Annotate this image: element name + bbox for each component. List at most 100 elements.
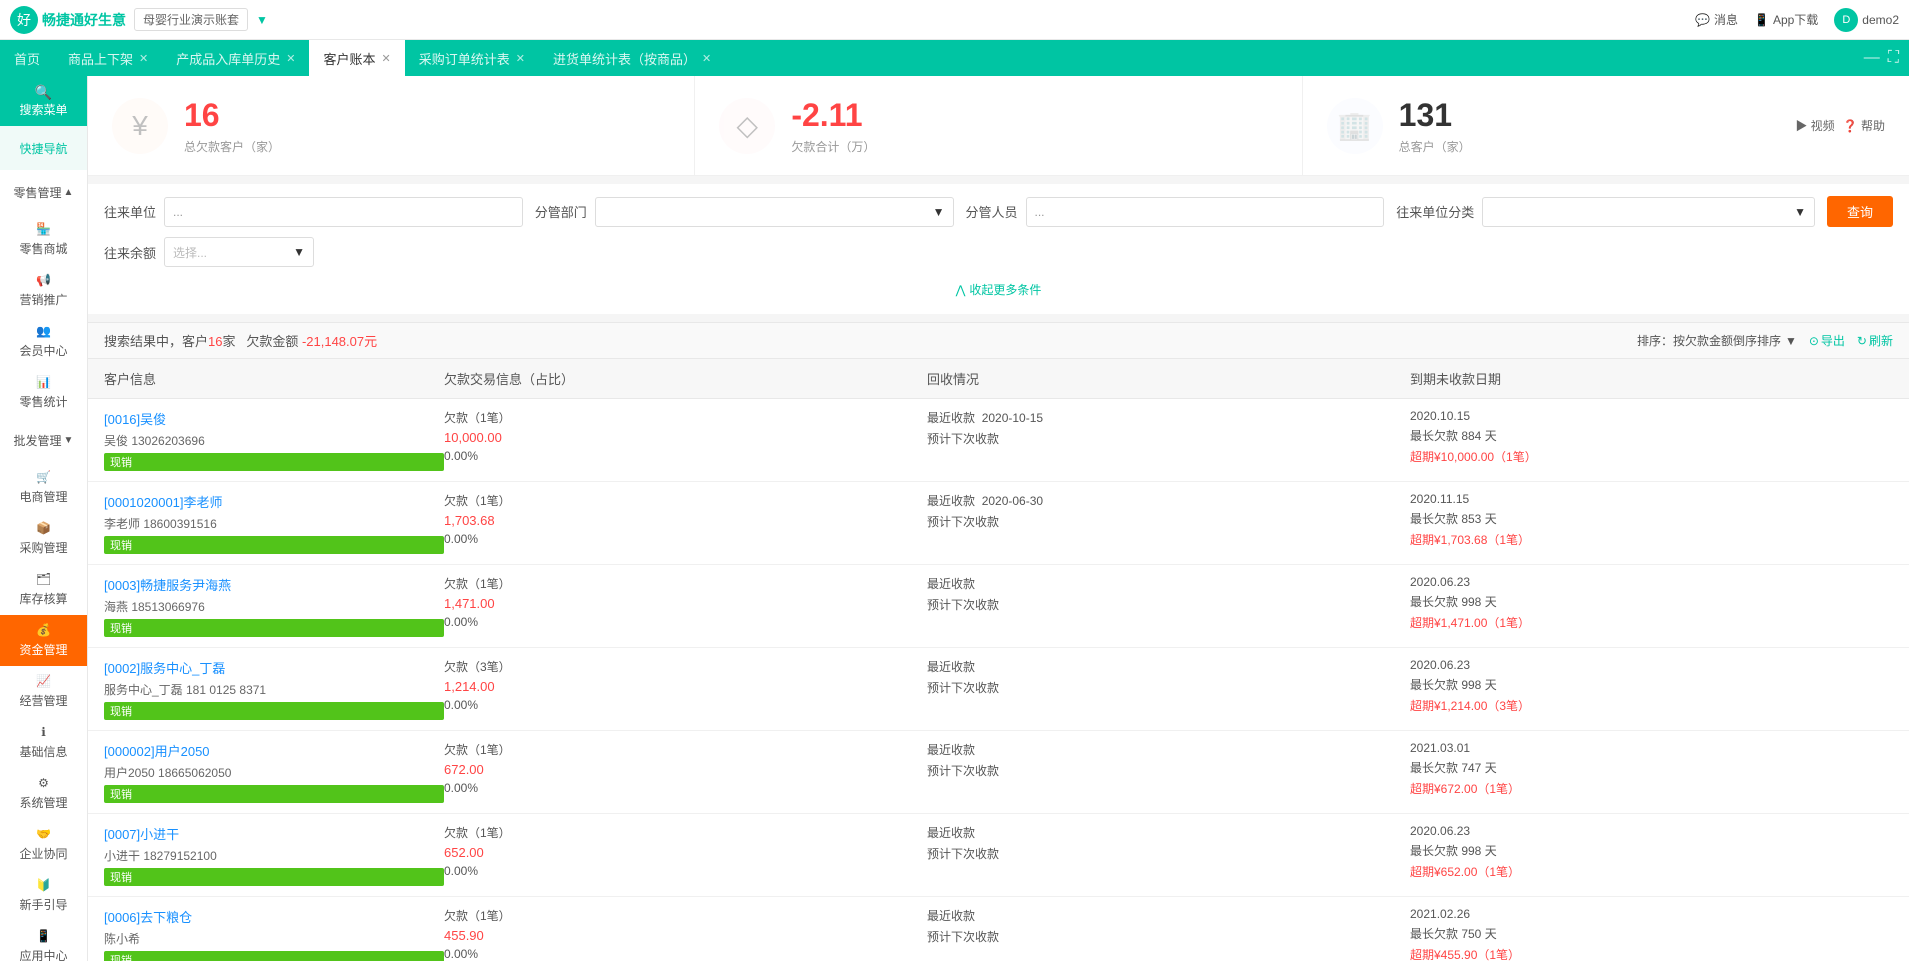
header-overdue: 到期未收款日期 [1410, 369, 1893, 388]
tab-inbound-stats[interactable]: 进货单统计表（按商品） ✕ [539, 40, 725, 76]
customer-name-4[interactable]: [000002]用户2050 [104, 741, 444, 760]
filter-unit-input[interactable]: ... [164, 197, 523, 227]
tab-close-production[interactable]: ✕ [286, 52, 295, 65]
customer-name-6[interactable]: [0006]去下粮仓 [104, 907, 444, 926]
marketing-icon: 📢 [36, 273, 51, 287]
tab-maximize-icon[interactable]: ⛶ [1888, 49, 1899, 67]
filter-unit: 往来单位 ... [104, 197, 523, 227]
search-button[interactable]: 查询 [1827, 196, 1893, 227]
collapse-btn[interactable]: ⋀ 收起更多条件 [956, 281, 1042, 298]
sidebar-item-marketing[interactable]: 📢 营销推广 [0, 265, 87, 316]
overdue-info-0: 2020.10.15 最长欠款 884 天 超期¥10,000.00（1笔） [1410, 409, 1893, 465]
table-row: [0006]去下粮仓 陈小希 现销 欠款（1笔） 455.90 0.00% 最近… [88, 897, 1909, 961]
stat-icon-diamond: ◇ [719, 98, 775, 154]
tab-actions: — ⛶ [1854, 49, 1909, 67]
stat-number-total: 131 [1399, 96, 1471, 134]
header-customer: 客户信息 [104, 369, 444, 388]
tab-close-inbound[interactable]: ✕ [702, 52, 711, 65]
sidebar-item-guide[interactable]: 🔰 新手引导 [0, 870, 87, 921]
tab-close-customer[interactable]: ✕ [382, 52, 391, 65]
stat-number-debt-amount: -2.11 [791, 96, 875, 134]
table-row: [0001020001]李老师 李老师 18600391516 现销 欠款（1笔… [88, 482, 1909, 565]
inventory-icon: 🗂 [36, 572, 51, 586]
tab-customer-account[interactable]: 客户账本 ✕ [309, 40, 404, 76]
stat-card-total-customers: 🏢 131 总客户（家） ▶ 视频 ❓ 帮助 [1303, 76, 1909, 175]
chevron-dept: ▼ [933, 205, 945, 219]
store-dropdown-icon[interactable]: ▼ [256, 13, 268, 27]
filter-category-select[interactable]: ▼ [1482, 197, 1815, 227]
filter-manager-input[interactable]: ... [1026, 197, 1385, 227]
tab-minimize-icon[interactable]: — [1864, 49, 1880, 67]
sidebar-item-ecommerce[interactable]: 🛒 电商管理 [0, 462, 87, 513]
chevron-category: ▼ [1794, 205, 1806, 219]
help-btn[interactable]: ❓ 帮助 [1843, 117, 1885, 134]
message-btn[interactable]: 💬 消息 [1695, 11, 1738, 28]
stats-icon: 📊 [36, 375, 51, 389]
tab-close-purchase[interactable]: ✕ [516, 52, 525, 65]
video-btn[interactable]: ▶ 视频 [1795, 117, 1834, 134]
sidebar-item-app-center[interactable]: 📱 应用中心 [0, 921, 87, 961]
export-btn[interactable]: ⊙ 导出 [1809, 332, 1845, 349]
results-actions: 排序：按欠款金额倒序排序 ▼ ⊙ 导出 ↻ 刷新 [1637, 332, 1893, 349]
sidebar-item-basic-info[interactable]: ℹ 基础信息 [0, 717, 87, 768]
finance-icon: 💰 [36, 623, 51, 637]
sidebar-item-operation[interactable]: 📈 经营管理 [0, 666, 87, 717]
refresh-icon: ↻ [1857, 334, 1867, 348]
sidebar-item-retail-mgmt[interactable]: 零售管理 ▲ [0, 170, 87, 214]
stat-number-debt-customers: 16 [184, 96, 280, 134]
chevron-down-icon: ▲ [64, 187, 74, 198]
customer-name-2[interactable]: [0003]畅捷服务尹海燕 [104, 575, 444, 594]
chevron-down-icon-2: ▼ [64, 435, 74, 446]
logo-area: 好 畅捷通好生意 [10, 6, 126, 34]
sidebar-item-finance[interactable]: 💰 资金管理 [0, 615, 87, 666]
tab-home[interactable]: 首页 [0, 40, 54, 76]
table-row: [0016]吴俊 吴俊 13026203696 现销 欠款（1笔） 10,000… [88, 399, 1909, 482]
table-row: [0002]服务中心_丁磊 服务中心_丁磊 181 0125 8371 现销 欠… [88, 648, 1909, 731]
sort-select[interactable]: 排序：按欠款金额倒序排序 ▼ [1637, 332, 1797, 349]
overdue-amount-0[interactable]: 超期¥10,000.00（1笔） [1410, 448, 1893, 465]
table-row: [0003]畅捷服务尹海燕 海燕 18513066976 现销 欠款（1笔） 1… [88, 565, 1909, 648]
customer-name-5[interactable]: [0007]小进干 [104, 824, 444, 843]
tab-products[interactable]: 商品上下架 ✕ [54, 40, 162, 76]
gear-icon: ⚙ [38, 776, 49, 790]
filter-category: 往来单位分类 ▼ [1396, 197, 1815, 227]
app-download-btn[interactable]: 📱 App下载 [1754, 11, 1818, 28]
sidebar-item-purchase[interactable]: 📦 采购管理 [0, 513, 87, 564]
filter-dept-select[interactable]: ▼ [595, 197, 954, 227]
customer-name-0[interactable]: [0016]吴俊 [104, 409, 444, 428]
filter-manager: 分管人员 ... [966, 197, 1385, 227]
customer-name-1[interactable]: [0001020001]李老师 [104, 492, 444, 511]
stat-icon-yuan: ¥ [112, 98, 168, 154]
customer-name-3[interactable]: [0002]服务中心_丁磊 [104, 658, 444, 677]
sidebar-item-retail-stats[interactable]: 📊 零售统计 [0, 367, 87, 418]
collapse-icon: ⋀ [956, 283, 966, 297]
stat-label-total: 总客户（家） [1399, 138, 1471, 155]
content-area: ¥ 16 总欠款客户（家） ◇ -2.11 欠款合计（万） 🏢 131 总客户（… [88, 76, 1909, 961]
debt-amount-0[interactable]: 10,000.00 [444, 430, 927, 445]
sidebar-item-inventory[interactable]: 🗂 库存核算 [0, 564, 87, 615]
user-menu[interactable]: D demo2 [1834, 8, 1899, 32]
sidebar-search[interactable]: 🔍 搜索菜单 [0, 76, 87, 126]
sidebar-item-quick-nav[interactable]: 快捷导航 [0, 126, 87, 170]
stat-label-debt-amount: 欠款合计（万） [791, 138, 875, 155]
top-bar: 好 畅捷通好生意 母婴行业演示账套 ▼ 💬 消息 📱 App下载 D demo2 [0, 0, 1909, 40]
sidebar-item-member-center[interactable]: 👥 会员中心 [0, 316, 87, 367]
app-icon: 📱 [36, 929, 51, 943]
store-name[interactable]: 母婴行业演示账套 [134, 8, 248, 31]
sidebar-item-retail-store[interactable]: 🏪 零售商城 [0, 214, 87, 265]
tab-purchase-order[interactable]: 采购订单统计表 ✕ [405, 40, 539, 76]
stats-row: ¥ 16 总欠款客户（家） ◇ -2.11 欠款合计（万） 🏢 131 总客户（… [88, 76, 1909, 176]
member-icon: 👥 [36, 324, 51, 338]
store-icon: 🏪 [36, 222, 51, 236]
sidebar-item-enterprise[interactable]: 🤝 企业协同 [0, 819, 87, 870]
filter-balance-select[interactable]: 选择... ▼ [164, 237, 314, 267]
logo-text: 畅捷通好生意 [42, 10, 126, 30]
debt-info-0: 欠款（1笔） 10,000.00 0.00% [444, 409, 927, 463]
tab-production[interactable]: 产成品入库单历史 ✕ [162, 40, 309, 76]
sidebar-item-wholesale-mgmt[interactable]: 批发管理 ▼ [0, 418, 87, 462]
tab-close-products[interactable]: ✕ [139, 52, 148, 65]
customer-info-0: [0016]吴俊 吴俊 13026203696 现销 [104, 409, 444, 471]
sidebar-item-system[interactable]: ⚙ 系统管理 [0, 768, 87, 819]
refresh-btn[interactable]: ↻ 刷新 [1857, 332, 1893, 349]
guide-icon: 🔰 [36, 878, 51, 892]
